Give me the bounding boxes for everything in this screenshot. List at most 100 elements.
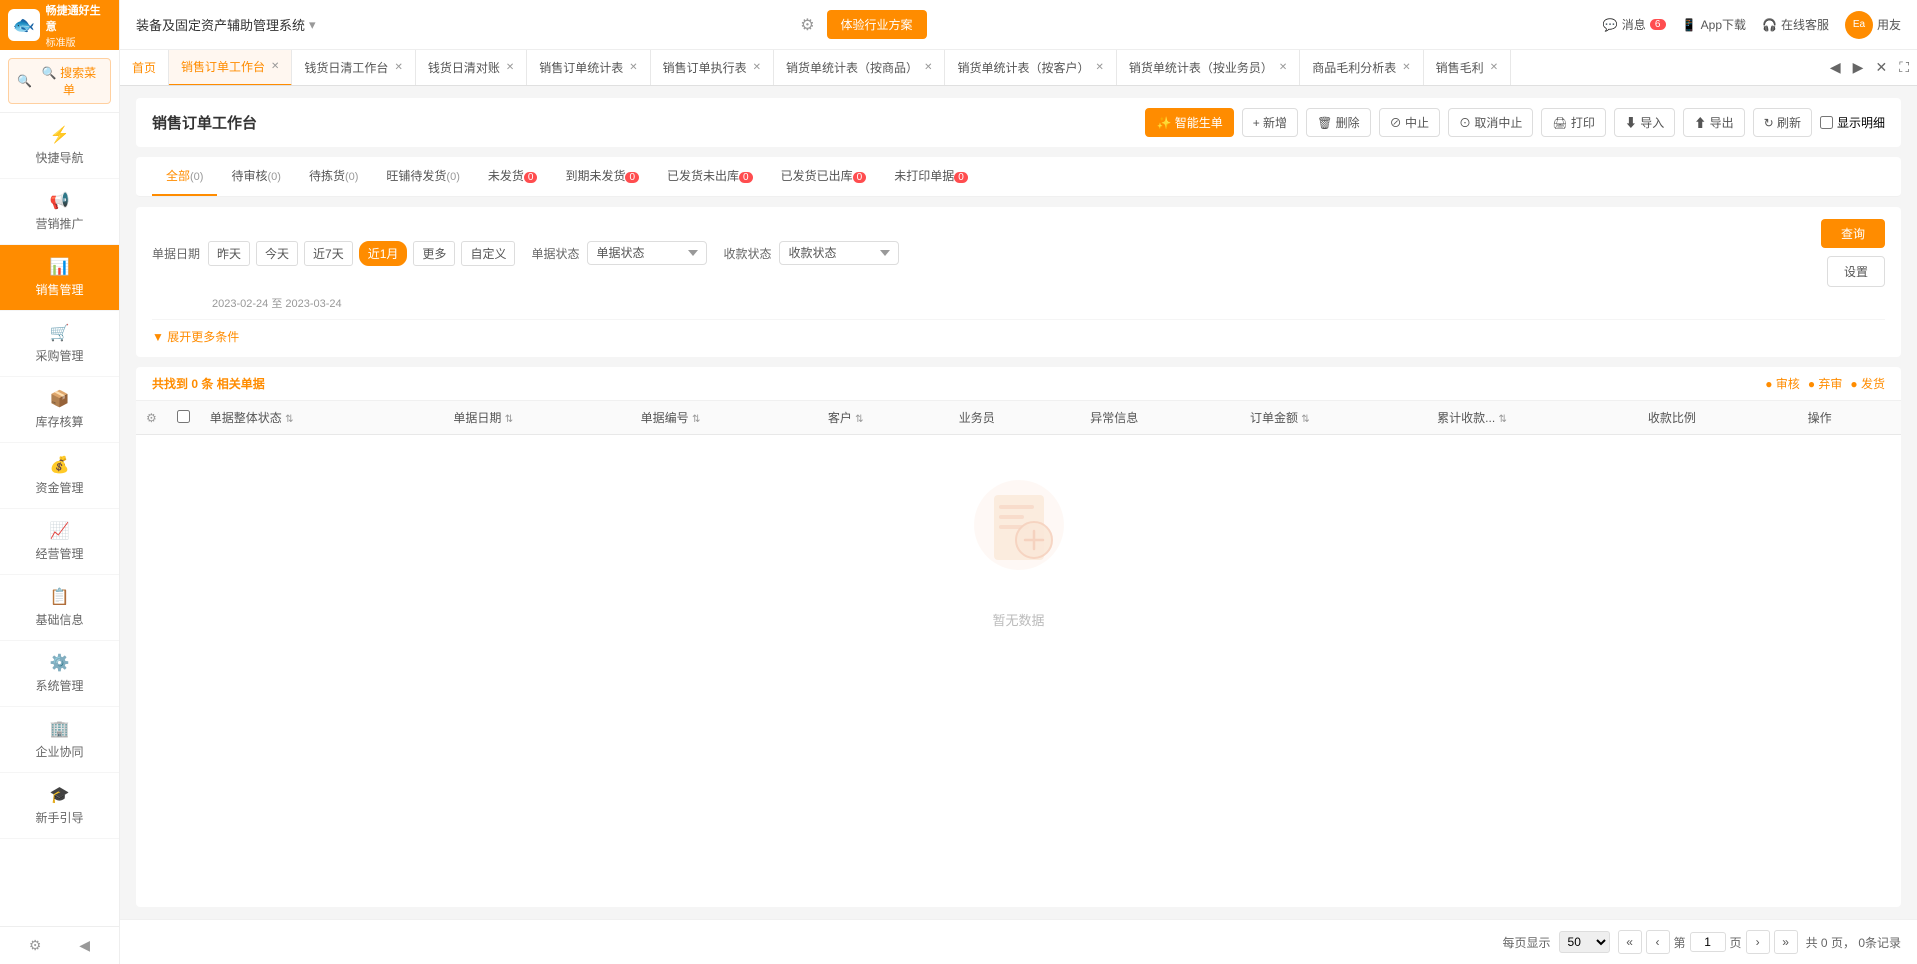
page-size-select[interactable]: 10 20 50 100 <box>1559 931 1610 953</box>
expand-filter-button[interactable]: ▼ 展开更多条件 <box>152 328 239 345</box>
subtab-overdue[interactable]: 到期未发货0 <box>551 157 653 196</box>
sidebar-item-enterprise[interactable]: 🏢 企业协同 <box>0 707 119 773</box>
col-date[interactable]: 单据日期 ⇅ <box>443 401 630 435</box>
close-sales-summary-product-icon[interactable]: ✕ <box>924 62 932 73</box>
tab-cash-daily[interactable]: 钱货日清工作台 ✕ <box>292 50 415 86</box>
search-menu-button[interactable]: 🔍 🔍 搜索菜单 <box>8 58 111 104</box>
col-status[interactable]: 单据整体状态 ⇅ <box>200 401 444 435</box>
date-btn-more[interactable]: 更多 <box>413 241 455 266</box>
solution-button[interactable]: 体验行业方案 <box>827 10 927 39</box>
smart-create-button[interactable]: ✨ 智能生单 <box>1145 108 1233 137</box>
page-input[interactable] <box>1690 932 1726 952</box>
sort-date-icon[interactable]: ⇅ <box>505 414 513 425</box>
next-page-button[interactable]: › <box>1746 930 1770 954</box>
print-button[interactable]: 🖨 打印 <box>1541 108 1606 137</box>
close-sales-exec-icon[interactable]: ✕ <box>753 62 761 73</box>
sidebar-item-purchase[interactable]: 🛒 采购管理 <box>0 311 119 377</box>
close-sales-summary-customer-icon[interactable]: ✕ <box>1095 62 1103 73</box>
sidebar-item-marketing[interactable]: 📢 营销推广 <box>0 179 119 245</box>
col-amount[interactable]: 订单金额 ⇅ <box>1240 401 1427 435</box>
table-scroll-container[interactable]: ⚙ 单据整体状态 ⇅ 单据日期 ⇅ 单据编号 ⇅ <box>136 401 1901 907</box>
sidebar-item-inventory[interactable]: 📦 库存核算 <box>0 377 119 443</box>
col-received[interactable]: 累计收款... ⇅ <box>1427 401 1638 435</box>
suspend-button[interactable]: ⊘ 中止 <box>1379 108 1440 137</box>
delete-button[interactable]: 🗑 删除 <box>1306 108 1371 137</box>
close-cash-reconcile-icon[interactable]: ✕ <box>506 62 514 73</box>
col-number[interactable]: 单据编号 ⇅ <box>631 401 818 435</box>
subtab-pending-inspect[interactable]: 待拣货(0) <box>295 157 372 196</box>
subtab-all[interactable]: 全部(0) <box>152 157 217 196</box>
close-sales-summary-staff-icon[interactable]: ✕ <box>1279 62 1287 73</box>
review-button[interactable]: ● 审核 <box>1765 375 1800 392</box>
first-page-button[interactable]: « <box>1618 930 1642 954</box>
sidebar-item-quick-nav[interactable]: ⚡ 快捷导航 <box>0 113 119 179</box>
sidebar-item-basic-info[interactable]: 📋 基础信息 <box>0 575 119 641</box>
close-sales-more-icon[interactable]: ✕ <box>1490 62 1498 73</box>
status-select[interactable]: 单据状态 <box>587 241 707 265</box>
subtab-not-shipped[interactable]: 未发货0 <box>474 157 552 196</box>
sort-number-icon[interactable]: ⇅ <box>692 414 700 425</box>
tab-nav-next[interactable]: ▶ <box>1849 59 1868 76</box>
tab-sales-summary-product[interactable]: 销货单统计表（按商品） ✕ <box>774 50 945 86</box>
sort-customer-icon[interactable]: ⇅ <box>855 414 863 425</box>
subtab-wangpu[interactable]: 旺铺待发货(0) <box>372 157 473 196</box>
sort-status-icon[interactable]: ⇅ <box>285 414 293 425</box>
date-btn-7days[interactable]: 近7天 <box>304 241 353 266</box>
tab-gross-profit[interactable]: 商品毛利分析表 ✕ <box>1300 50 1423 86</box>
sidebar-item-system[interactable]: ⚙️ 系统管理 <box>0 641 119 707</box>
tab-fullscreen[interactable]: ⛶ <box>1895 59 1913 76</box>
ship-button[interactable]: ● 发货 <box>1850 375 1885 392</box>
tab-nav-prev[interactable]: ◀ <box>1826 59 1845 76</box>
close-cash-daily-icon[interactable]: ✕ <box>394 62 402 73</box>
subtab-not-printed[interactable]: 未打印单据0 <box>880 157 982 196</box>
payment-select[interactable]: 收款状态 <box>779 241 899 265</box>
refresh-button[interactable]: ↻ 刷新 <box>1753 108 1812 137</box>
sort-amount-icon[interactable]: ⇅ <box>1301 414 1309 425</box>
last-page-button[interactable]: » <box>1774 930 1798 954</box>
abandon-review-button[interactable]: ● 弃审 <box>1808 375 1843 392</box>
tab-home[interactable]: 首页 <box>120 50 169 86</box>
date-btn-yesterday[interactable]: 昨天 <box>208 241 250 266</box>
tab-sales-summary-customer[interactable]: 销货单统计表（按客户） ✕ <box>945 50 1116 86</box>
tab-sales-exec[interactable]: 销售订单执行表 ✕ <box>651 50 774 86</box>
app-download-button[interactable]: 📱 App下载 <box>1682 16 1746 33</box>
tab-sales-more[interactable]: 销售毛利 ✕ <box>1424 50 1511 86</box>
subtab-shipped-out[interactable]: 已发货已出库0 <box>767 157 881 196</box>
show-details-checkbox[interactable] <box>1820 116 1833 129</box>
cancel-suspend-button[interactable]: ⊙ 取消中止 <box>1448 108 1533 137</box>
query-button[interactable]: 查询 <box>1821 219 1885 248</box>
filter-setting-button[interactable]: 设置 <box>1827 256 1885 287</box>
import-button[interactable]: ⬇ 导入 <box>1614 108 1675 137</box>
settings-bottom-button[interactable]: ⚙ <box>29 937 42 954</box>
subtab-shipped-not-out[interactable]: 已发货未出库0 <box>653 157 767 196</box>
tab-sales-summary-staff[interactable]: 销货单统计表（按业务员） ✕ <box>1117 50 1300 86</box>
export-button[interactable]: ⬆ 导出 <box>1683 108 1744 137</box>
tab-cash-reconcile[interactable]: 钱货日清对账 ✕ <box>416 50 527 86</box>
date-btn-today[interactable]: 今天 <box>256 241 298 266</box>
close-sales-stats-icon[interactable]: ✕ <box>629 62 637 73</box>
user-button[interactable]: Ea 用友 <box>1845 11 1901 39</box>
sidebar-item-operation[interactable]: 📈 经营管理 <box>0 509 119 575</box>
online-service-button[interactable]: 🎧 在线客服 <box>1762 16 1829 33</box>
date-btn-custom[interactable]: 自定义 <box>461 241 515 266</box>
settings-icon[interactable]: ⚙ <box>800 15 814 35</box>
add-button[interactable]: + 新增 <box>1242 108 1298 137</box>
tab-close-all[interactable]: ✕ <box>1871 59 1891 76</box>
module-title[interactable]: 装备及固定资产辅助管理系统 ▾ <box>136 15 788 34</box>
sort-received-icon[interactable]: ⇅ <box>1499 414 1507 425</box>
tab-sales-workbench[interactable]: 销售订单工作台 ✕ <box>169 50 292 86</box>
close-sales-workbench-icon[interactable]: ✕ <box>271 61 279 72</box>
prev-page-button[interactable]: ‹ <box>1646 930 1670 954</box>
collapse-sidebar-button[interactable]: ◀ <box>79 937 90 954</box>
col-customer[interactable]: 客户 ⇅ <box>818 401 949 435</box>
close-gross-profit-icon[interactable]: ✕ <box>1402 62 1410 73</box>
date-btn-1month[interactable]: 近1月 <box>359 241 408 266</box>
col-settings[interactable]: ⚙ <box>136 401 167 435</box>
sidebar-item-sales[interactable]: 📊 销售管理 <box>0 245 119 311</box>
message-button[interactable]: 💬 消息 6 <box>1603 16 1666 33</box>
tab-sales-stats[interactable]: 销售订单统计表 ✕ <box>527 50 650 86</box>
select-all-checkbox[interactable] <box>177 410 190 423</box>
subtab-pending-review[interactable]: 待审核(0) <box>217 157 294 196</box>
show-details-label[interactable]: 显示明细 <box>1820 114 1885 131</box>
sidebar-item-guide[interactable]: 🎓 新手引导 <box>0 773 119 839</box>
